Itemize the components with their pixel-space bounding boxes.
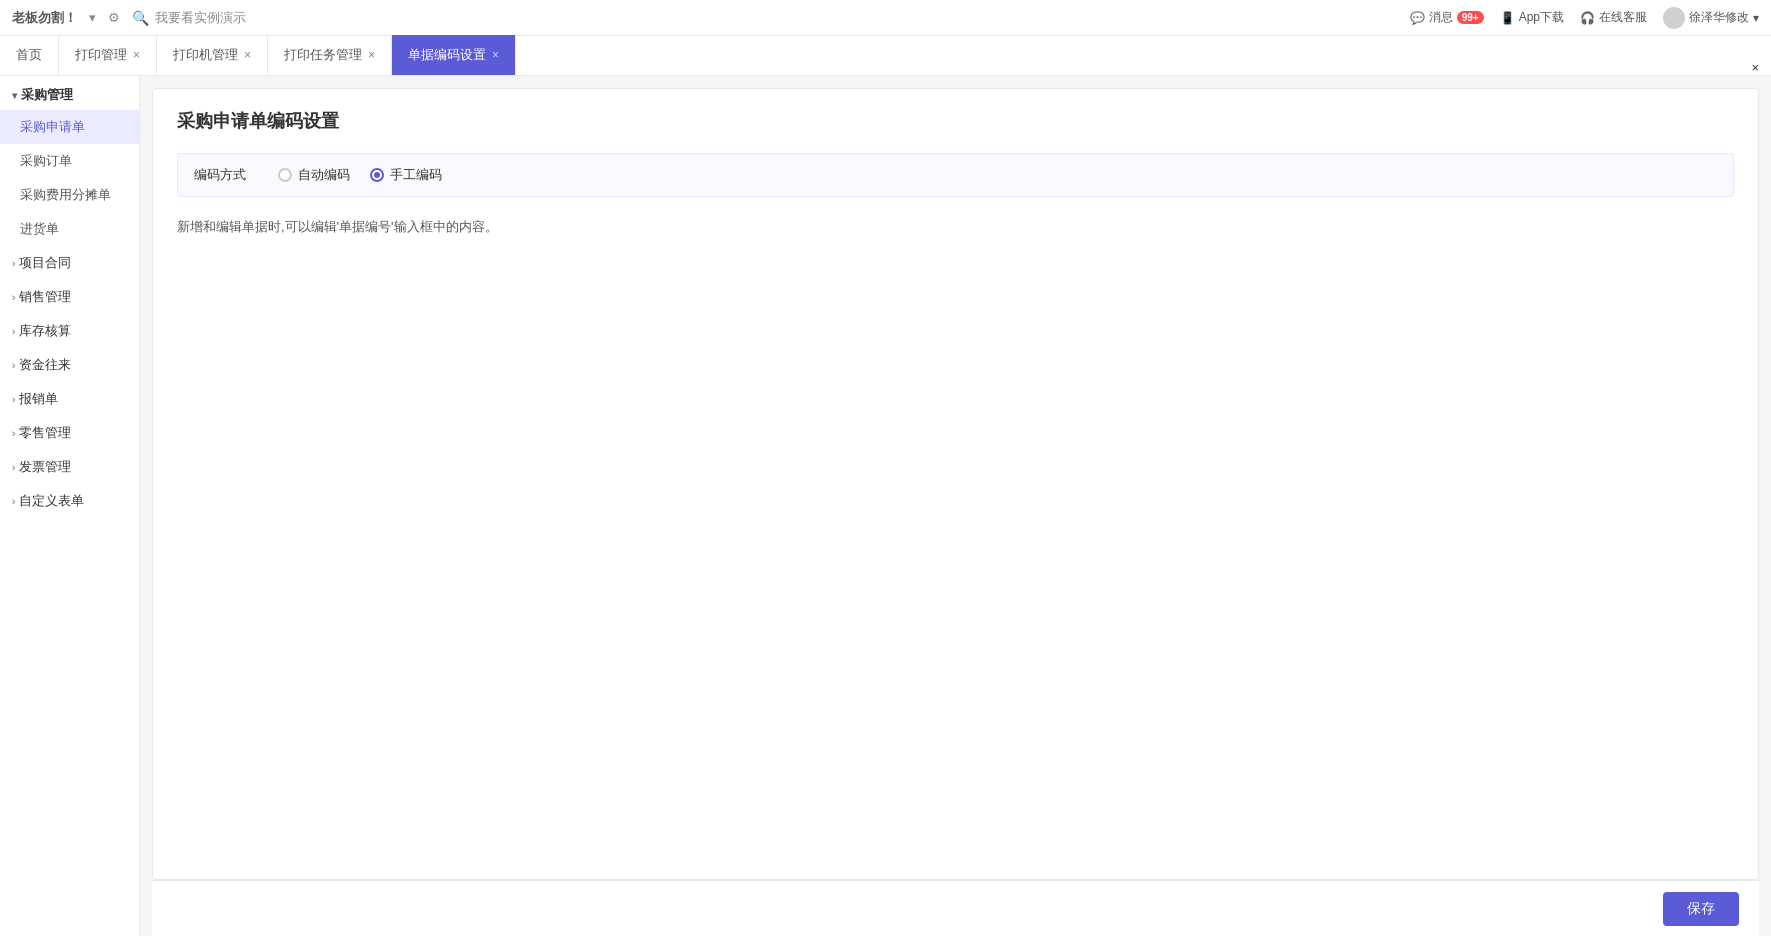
tab-print-mgmt-label: 打印管理 [75, 46, 127, 64]
retail-mgmt-arrow: › [12, 428, 15, 439]
tab-bar: 首页 打印管理 × 打印机管理 × 打印任务管理 × 单据编码设置 × × [0, 36, 1771, 76]
user-menu[interactable]: 徐泽华修改 ▾ [1663, 7, 1759, 29]
page-title: 采购申请单编码设置 [177, 109, 1734, 133]
sidebar-item-purchase-expense[interactable]: 采购费用分摊单 [0, 178, 139, 212]
capital-label: 资金往来 [19, 356, 71, 374]
inventory-arrow: › [12, 326, 15, 337]
tab-printer-mgmt-label: 打印机管理 [173, 46, 238, 64]
main-layout: ▾ 采购管理 采购申请单 采购订单 采购费用分摊单 进货单 › 项目合同 › 销… [0, 76, 1771, 936]
tab-print-mgmt[interactable]: 打印管理 × [59, 35, 157, 75]
top-bar-left: 老板勿割！ ▾ ⚙ 🔍 我要看实例演示 [12, 9, 246, 27]
sidebar-section-capital[interactable]: › 资金往来 [0, 348, 139, 382]
sidebar-group-purchase-mgmt[interactable]: ▾ 采购管理 [0, 76, 139, 110]
tab-print-mgmt-close[interactable]: × [133, 48, 140, 62]
returns-label: 报销单 [19, 390, 58, 408]
sales-mgmt-label: 销售管理 [19, 288, 71, 306]
content-area: 采购申请单编码设置 编码方式 自动编码 手工编码 新增和编辑单据时,可以编辑'单… [140, 76, 1771, 936]
tab-printer-mgmt-close[interactable]: × [244, 48, 251, 62]
dropdown-icon[interactable]: ▾ [89, 10, 96, 25]
radio-auto-circle [278, 168, 292, 182]
sidebar-item-stock-in[interactable]: 进货单 [0, 212, 139, 246]
close-all-icon: × [1751, 60, 1759, 75]
purchase-mgmt-arrow: ▾ [12, 90, 17, 101]
sidebar-section-sales-mgmt[interactable]: › 销售管理 [0, 280, 139, 314]
sidebar-section-inventory[interactable]: › 库存核算 [0, 314, 139, 348]
invoice-mgmt-arrow: › [12, 462, 15, 473]
user-chevron-icon: ▾ [1753, 11, 1759, 25]
sidebar: ▾ 采购管理 采购申请单 采购订单 采购费用分摊单 进货单 › 项目合同 › 销… [0, 76, 140, 936]
purchase-expense-label: 采购费用分摊单 [20, 187, 111, 202]
stock-in-label: 进货单 [20, 221, 59, 236]
online-service-label: 在线客服 [1599, 9, 1647, 26]
message-badge: 99+ [1457, 11, 1484, 24]
returns-arrow: › [12, 394, 15, 405]
content-footer: 保存 [152, 880, 1759, 936]
tab-print-task-mgmt-close[interactable]: × [368, 48, 375, 62]
save-button[interactable]: 保存 [1663, 892, 1739, 926]
tab-print-task-mgmt-label: 打印任务管理 [284, 46, 362, 64]
app-download-button[interactable]: 📱 App下载 [1500, 9, 1564, 26]
search-icon: 🔍 [132, 10, 149, 26]
capital-arrow: › [12, 360, 15, 371]
radio-auto[interactable]: 自动编码 [278, 166, 350, 184]
message-button[interactable]: 💬 消息 99+ [1410, 9, 1484, 26]
tab-single-code-settings[interactable]: 单据编码设置 × [392, 35, 516, 75]
sidebar-section-project-contract[interactable]: › 项目合同 [0, 246, 139, 280]
content-inner: 采购申请单编码设置 编码方式 自动编码 手工编码 新增和编辑单据时,可以编辑'单… [152, 88, 1759, 880]
sidebar-section-retail-mgmt[interactable]: › 零售管理 [0, 416, 139, 450]
encoding-method-row: 编码方式 自动编码 手工编码 [177, 153, 1734, 197]
tab-home[interactable]: 首页 [0, 35, 59, 75]
retail-mgmt-label: 零售管理 [19, 424, 71, 442]
radio-manual[interactable]: 手工编码 [370, 166, 442, 184]
sidebar-section-custom-forms[interactable]: › 自定义表单 [0, 484, 139, 518]
invoice-mgmt-label: 发票管理 [19, 458, 71, 476]
tab-print-task-mgmt[interactable]: 打印任务管理 × [268, 35, 392, 75]
tab-bar-close[interactable]: × [1739, 60, 1771, 75]
sales-mgmt-arrow: › [12, 292, 15, 303]
message-label: 消息 [1429, 9, 1453, 26]
sidebar-section-returns[interactable]: › 报销单 [0, 382, 139, 416]
brand-logo: 老板勿割！ [12, 9, 77, 27]
message-icon: 💬 [1410, 11, 1425, 25]
custom-forms-arrow: › [12, 496, 15, 507]
user-name: 徐泽华修改 [1689, 9, 1749, 26]
tab-single-code-close[interactable]: × [492, 48, 499, 62]
sidebar-item-purchase-order[interactable]: 采购订单 [0, 144, 139, 178]
service-icon: 🎧 [1580, 11, 1595, 25]
sidebar-item-purchase-request[interactable]: 采购申请单 [0, 110, 139, 144]
online-service-button[interactable]: 🎧 在线客服 [1580, 9, 1647, 26]
app-icon: 📱 [1500, 11, 1515, 25]
encoding-method-label: 编码方式 [194, 166, 254, 184]
avatar [1663, 7, 1685, 29]
tab-single-code-label: 单据编码设置 [408, 46, 486, 64]
purchase-mgmt-label: 采购管理 [21, 86, 73, 104]
top-bar: 老板勿割！ ▾ ⚙ 🔍 我要看实例演示 💬 消息 99+ 📱 App下载 🎧 在… [0, 0, 1771, 36]
project-contract-label: 项目合同 [19, 254, 71, 272]
radio-auto-label: 自动编码 [298, 166, 350, 184]
settings-icon[interactable]: ⚙ [108, 10, 120, 25]
radio-manual-label: 手工编码 [390, 166, 442, 184]
tab-home-label: 首页 [16, 46, 42, 64]
purchase-order-label: 采购订单 [20, 153, 72, 168]
hint-text: 新增和编辑单据时,可以编辑'单据编号'输入框中的内容。 [177, 217, 1734, 238]
inventory-label: 库存核算 [19, 322, 71, 340]
sidebar-section-invoice-mgmt[interactable]: › 发票管理 [0, 450, 139, 484]
tab-printer-mgmt[interactable]: 打印机管理 × [157, 35, 268, 75]
radio-manual-circle [370, 168, 384, 182]
project-contract-arrow: › [12, 258, 15, 269]
search-text: 我要看实例演示 [155, 9, 246, 27]
radio-group: 自动编码 手工编码 [278, 166, 442, 184]
purchase-request-label: 采购申请单 [20, 119, 85, 134]
custom-forms-label: 自定义表单 [19, 492, 84, 510]
search-bar[interactable]: 🔍 我要看实例演示 [132, 9, 246, 27]
app-download-label: App下载 [1519, 9, 1564, 26]
top-bar-right: 💬 消息 99+ 📱 App下载 🎧 在线客服 徐泽华修改 ▾ [1410, 7, 1759, 29]
